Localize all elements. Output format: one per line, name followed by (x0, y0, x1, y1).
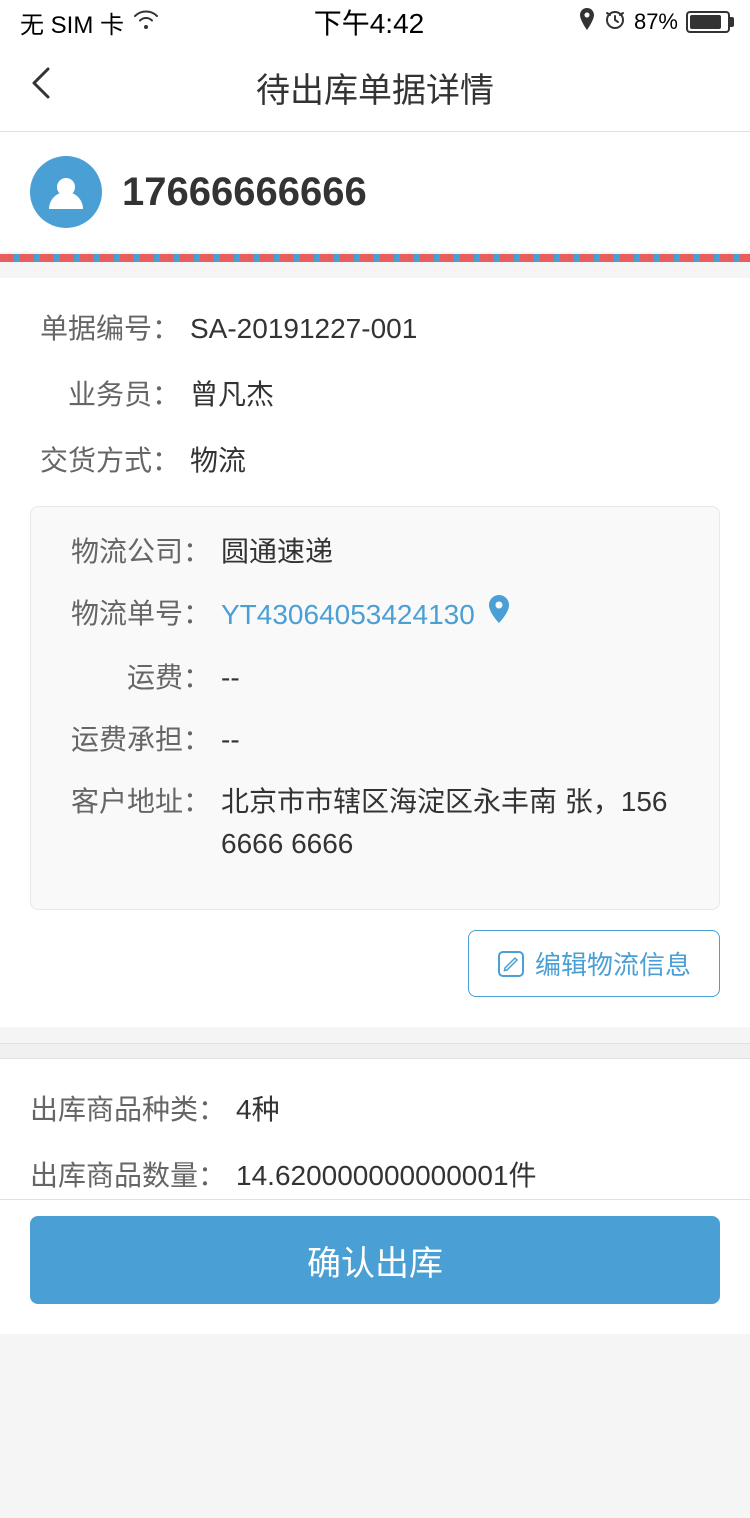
edit-btn-wrap: 编辑物流信息 (30, 930, 720, 997)
status-time: 下午4:42 (314, 2, 425, 42)
carrier-label: 无 SIM 卡 (20, 5, 124, 40)
salesman-value: 曾凡杰 (190, 374, 720, 416)
dashed-divider (0, 254, 750, 262)
customer-address-value: 北京市市辖区海淀区永丰南 张，156 6666 6666 (221, 781, 689, 865)
gps-icon (578, 8, 596, 36)
battery-icon (686, 11, 730, 33)
nav-bar: 待出库单据详情 (0, 44, 750, 132)
product-types-row: 出库商品种类： 4种 (30, 1089, 720, 1131)
freight-bearer-value: -- (221, 719, 689, 761)
product-types-label: 出库商品种类： (30, 1089, 236, 1131)
freight-label: 运费： (61, 657, 221, 699)
bottom-spacer (0, 1318, 750, 1518)
edit-logistics-button[interactable]: 编辑物流信息 (468, 930, 720, 997)
product-quantity-label: 出库商品数量： (30, 1155, 236, 1197)
freight-value: -- (221, 657, 689, 699)
user-header: 17666666666 (0, 132, 750, 252)
status-right: 87% (578, 8, 730, 36)
confirm-outbound-button[interactable]: 确认出库 (30, 1216, 720, 1304)
salesman-row: 业务员： 曾凡杰 (30, 374, 720, 416)
user-phone: 17666666666 (122, 170, 367, 215)
battery-percent: 87% (634, 9, 678, 35)
product-quantity-row: 出库商品数量： 14.620000000000001件 (30, 1155, 720, 1197)
order-info-section: 单据编号： SA-20191227-001 业务员： 曾凡杰 交货方式： 物流 … (0, 278, 750, 1027)
avatar (30, 156, 102, 228)
logistics-card: 物流公司： 圆通速递 物流单号： YT43064053424130 运费： --… (30, 506, 720, 910)
order-no-label: 单据编号： (30, 308, 190, 350)
salesman-label: 业务员： (30, 374, 190, 416)
location-icon[interactable] (483, 593, 515, 637)
delivery-type-row: 交货方式： 物流 (30, 440, 720, 482)
edit-icon (497, 950, 525, 978)
wifi-icon (132, 8, 160, 36)
order-no-row: 单据编号： SA-20191227-001 (30, 308, 720, 350)
freight-bearer-label: 运费承担： (61, 719, 221, 761)
confirm-btn-wrap: 确认出库 (0, 1199, 750, 1334)
delivery-type-label: 交货方式： (30, 440, 190, 482)
product-quantity-value: 14.620000000000001件 (236, 1155, 720, 1197)
order-no-value: SA-20191227-001 (190, 308, 720, 350)
back-button[interactable] (30, 65, 52, 110)
tracking-no-label: 物流单号： (61, 593, 221, 635)
status-bar: 无 SIM 卡 下午4:42 87% (0, 0, 750, 44)
logistics-company-value: 圆通速递 (221, 531, 689, 573)
section-separator (0, 1043, 750, 1059)
logistics-company-row: 物流公司： 圆通速递 (61, 531, 689, 573)
delivery-type-value: 物流 (190, 440, 720, 482)
customer-address-row: 客户地址： 北京市市辖区海淀区永丰南 张，156 6666 6666 (61, 781, 689, 865)
customer-address-label: 客户地址： (61, 781, 221, 823)
page-title: 待出库单据详情 (256, 63, 494, 112)
alarm-icon (604, 8, 626, 36)
logistics-company-label: 物流公司： (61, 531, 221, 573)
tracking-no-row: 物流单号： YT43064053424130 (61, 593, 689, 637)
freight-bearer-row: 运费承担： -- (61, 719, 689, 761)
status-left: 无 SIM 卡 (20, 5, 160, 40)
freight-row: 运费： -- (61, 657, 689, 699)
product-types-value: 4种 (236, 1089, 720, 1131)
tracking-no-value[interactable]: YT43064053424130 (221, 593, 689, 637)
